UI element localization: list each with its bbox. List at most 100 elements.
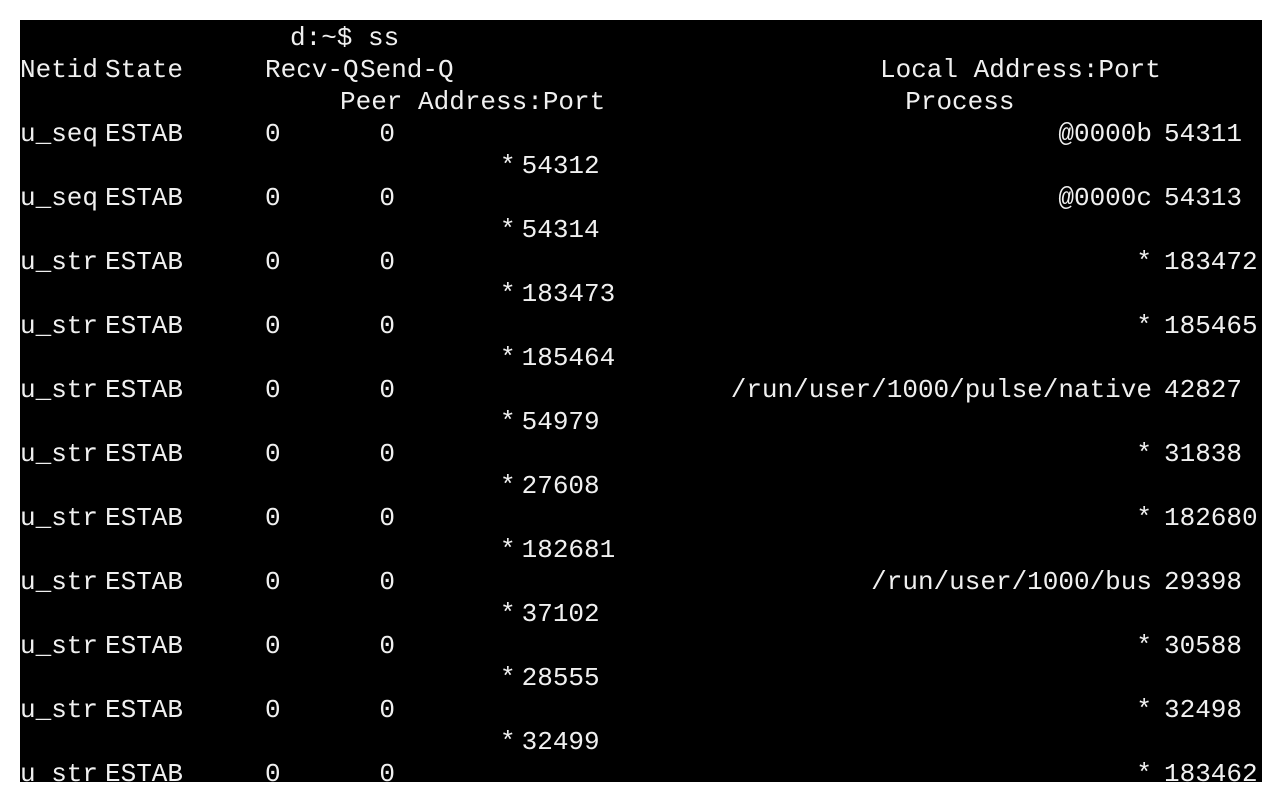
- header-local-address-port: Local Address:Port: [480, 54, 1262, 86]
- local-address-value: /run/user/1000/pulse/native: [395, 374, 1164, 406]
- socket-row-peer: *32499: [20, 726, 1262, 758]
- netid-value: u_str: [20, 246, 105, 278]
- local-port-value: 54313: [1164, 182, 1262, 214]
- terminal-output[interactable]: d:~$ ss Netid State Recv-Q Send-Q Local …: [20, 20, 1262, 782]
- sendq-value: 0: [315, 438, 395, 470]
- state-value: ESTAB: [105, 694, 265, 726]
- peer-address-value: *: [500, 598, 516, 630]
- recvq-value: 0: [265, 182, 315, 214]
- state-value: ESTAB: [105, 630, 265, 662]
- sendq-value: 0: [315, 310, 395, 342]
- netid-value: u_seq: [20, 118, 105, 150]
- peer-address-value: *: [500, 726, 516, 758]
- prompt-fragment: d:~$: [290, 23, 368, 53]
- recvq-value: 0: [265, 630, 315, 662]
- state-value: ESTAB: [105, 374, 265, 406]
- recvq-value: 0: [265, 566, 315, 598]
- netid-value: u_str: [20, 374, 105, 406]
- socket-row: u_seqESTAB00@0000c54313: [20, 182, 1262, 214]
- local-port-value: 31838: [1164, 438, 1262, 470]
- sendq-value: 0: [315, 502, 395, 534]
- socket-row: u_strESTAB00*183462: [20, 758, 1262, 782]
- state-value: ESTAB: [105, 310, 265, 342]
- socket-row-peer: *27608: [20, 470, 1262, 502]
- peer-address-value: *: [500, 470, 516, 502]
- socket-row: u_strESTAB00*185465: [20, 310, 1262, 342]
- peer-address-value: *: [500, 662, 516, 694]
- socket-row: u_seqESTAB00@0000b54311: [20, 118, 1262, 150]
- netid-value: u_str: [20, 694, 105, 726]
- local-address-value: *: [395, 758, 1164, 782]
- socket-row-peer: *185464: [20, 342, 1262, 374]
- local-port-value: 29398: [1164, 566, 1262, 598]
- peer-port-value: 37102: [522, 598, 600, 630]
- local-port-value: 183472: [1164, 246, 1262, 278]
- local-address-value: *: [395, 246, 1164, 278]
- local-address-value: *: [395, 310, 1164, 342]
- peer-port-value: 182681: [522, 534, 616, 566]
- local-address-value: /run/user/1000/bus: [395, 566, 1164, 598]
- command-text: ss: [368, 23, 399, 53]
- netid-value: u_str: [20, 438, 105, 470]
- sendq-value: 0: [315, 758, 395, 782]
- peer-address-value: *: [500, 342, 516, 374]
- local-port-value: 183462: [1164, 758, 1262, 782]
- sendq-value: 0: [315, 630, 395, 662]
- local-port-value: 54311: [1164, 118, 1262, 150]
- local-address-value: *: [395, 630, 1164, 662]
- recvq-value: 0: [265, 374, 315, 406]
- netid-value: u_str: [20, 630, 105, 662]
- peer-port-value: 183473: [522, 278, 616, 310]
- peer-address-value: *: [500, 214, 516, 246]
- local-port-value: 30588: [1164, 630, 1262, 662]
- header-recvq: Recv-Q: [265, 54, 360, 86]
- peer-address-value: *: [500, 150, 516, 182]
- header-line-2: Peer Address:Port Process: [20, 86, 1262, 118]
- socket-row-peer: *182681: [20, 534, 1262, 566]
- peer-port-value: 54314: [522, 214, 600, 246]
- socket-row-peer: *54314: [20, 214, 1262, 246]
- recvq-value: 0: [265, 246, 315, 278]
- socket-row-peer: *37102: [20, 598, 1262, 630]
- sendq-value: 0: [315, 694, 395, 726]
- recvq-value: 0: [265, 310, 315, 342]
- sendq-value: 0: [315, 246, 395, 278]
- socket-row: u_strESTAB00*31838: [20, 438, 1262, 470]
- socket-row: u_strESTAB00*183472: [20, 246, 1262, 278]
- netid-value: u_seq: [20, 182, 105, 214]
- state-value: ESTAB: [105, 502, 265, 534]
- socket-rows-container: u_seqESTAB00@0000b54311*54312u_seqESTAB0…: [20, 118, 1262, 782]
- local-port-value: 32498: [1164, 694, 1262, 726]
- netid-value: u_str: [20, 758, 105, 782]
- local-port-value: 185465: [1164, 310, 1262, 342]
- socket-row-peer: *54312: [20, 150, 1262, 182]
- netid-value: u_str: [20, 502, 105, 534]
- peer-port-value: 28555: [522, 662, 600, 694]
- header-peer-address-port: Peer Address:Port: [340, 86, 605, 118]
- state-value: ESTAB: [105, 438, 265, 470]
- recvq-value: 0: [265, 694, 315, 726]
- socket-row: u_strESTAB00*32498: [20, 694, 1262, 726]
- header-process: Process: [605, 86, 1262, 118]
- state-value: ESTAB: [105, 566, 265, 598]
- netid-value: u_str: [20, 566, 105, 598]
- socket-row: u_strESTAB00*30588: [20, 630, 1262, 662]
- state-value: ESTAB: [105, 758, 265, 782]
- prompt-line: d:~$ ss: [20, 22, 1262, 54]
- local-address-value: *: [395, 502, 1164, 534]
- socket-row-peer: *54979: [20, 406, 1262, 438]
- local-address-value: @0000c: [395, 182, 1164, 214]
- recvq-value: 0: [265, 758, 315, 782]
- peer-address-value: *: [500, 534, 516, 566]
- local-address-value: @0000b: [395, 118, 1164, 150]
- local-address-value: *: [395, 694, 1164, 726]
- peer-port-value: 32499: [522, 726, 600, 758]
- peer-port-value: 185464: [522, 342, 616, 374]
- socket-row-peer: *183473: [20, 278, 1262, 310]
- prompt-visible-fragment: d:~$ ss: [290, 22, 399, 54]
- peer-port-value: 27608: [522, 470, 600, 502]
- header-state: State: [105, 54, 265, 86]
- peer-address-value: *: [500, 278, 516, 310]
- prompt-hidden-portion: [20, 22, 290, 54]
- socket-row-peer: *28555: [20, 662, 1262, 694]
